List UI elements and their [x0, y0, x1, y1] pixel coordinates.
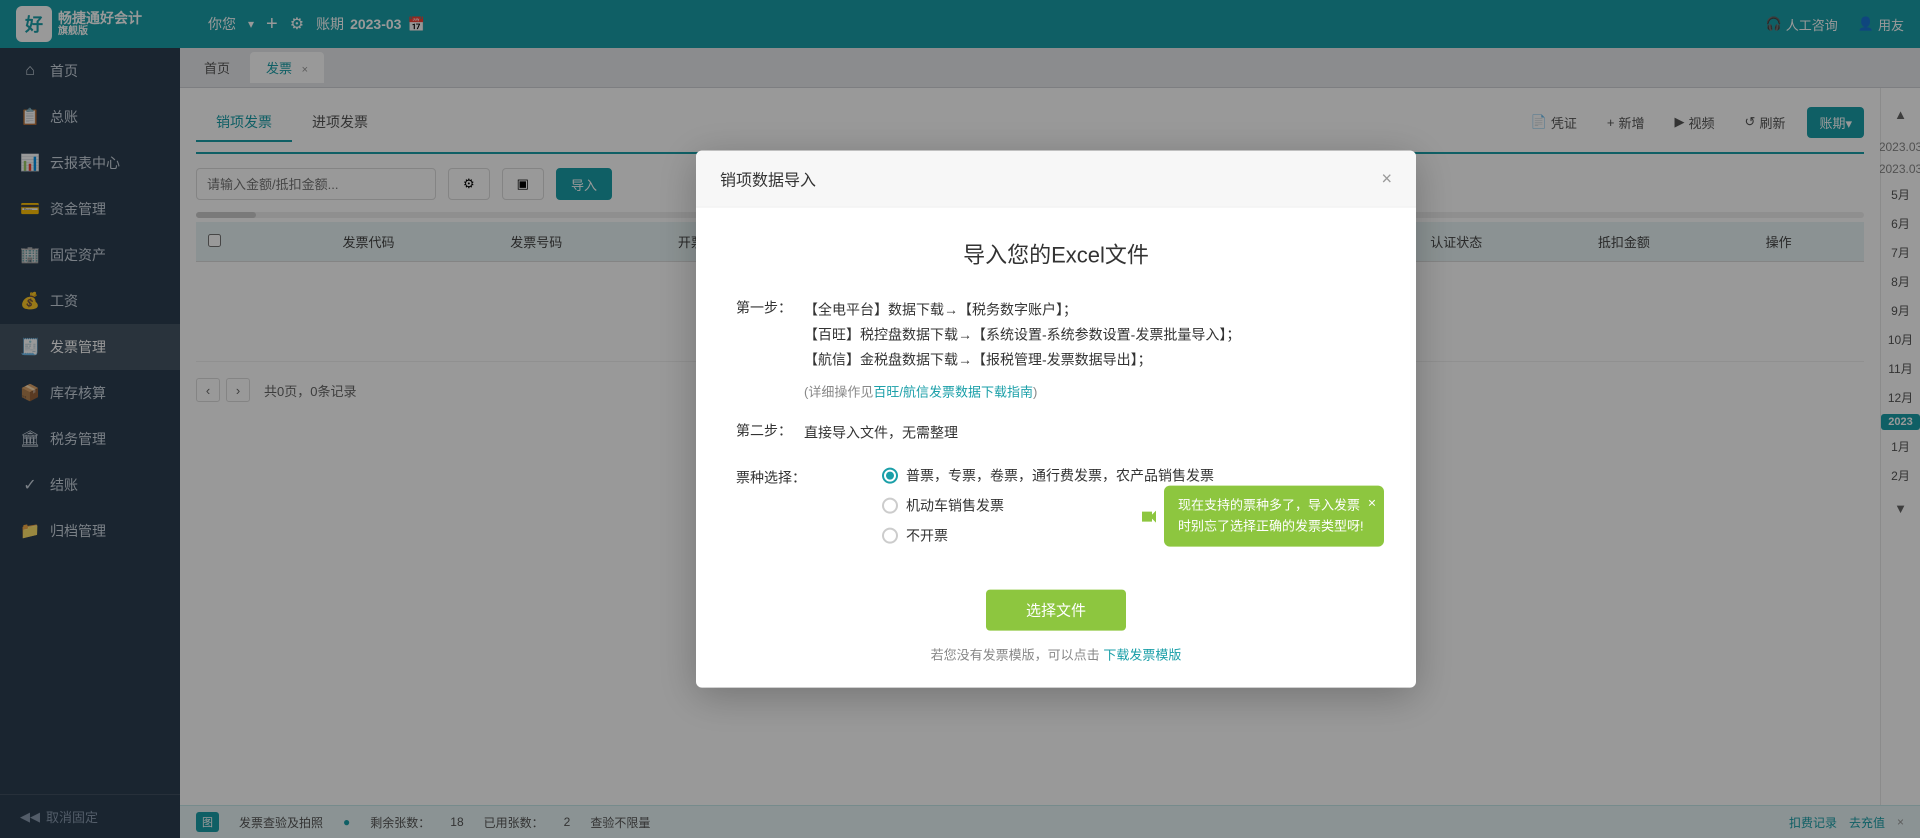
- ticket-section: 票种选择： 普票，专票，卷票，通行费发票，农产品销售发票 机动车销售发票: [736, 465, 1376, 545]
- step1-note: (详细操作见百旺/航信发票数据下载指南): [804, 381, 1376, 400]
- tooltip-container: × 现在支持的票种多了，导入发票时别忘了选择正确的发票类型呀!: [1142, 485, 1384, 547]
- radio-motor[interactable]: 机动车销售发票 × 现在支持的票种多了，导入发票时别忘了选择正确的发票类型呀!: [882, 495, 1214, 515]
- step1-content: 【全电平台】数据下载→【税务数字账户】； 【百旺】税控盘数据下载→【系统设置-系…: [804, 298, 1240, 374]
- step1-row: 第一步： 【全电平台】数据下载→【税务数字账户】； 【百旺】税控盘数据下载→【系…: [736, 298, 1376, 374]
- modal-title: 销项数据导入: [720, 167, 816, 191]
- select-file-button[interactable]: 选择文件: [986, 589, 1126, 630]
- radio-none-indicator: [882, 527, 898, 543]
- step1-line2: 【百旺】税控盘数据下载→【系统设置-系统参数设置-发票批量导入】；: [804, 323, 1240, 348]
- modal-main-title: 导入您的Excel文件: [736, 238, 1376, 270]
- radio-group: 普票，专票，卷票，通行费发票，农产品销售发票 机动车销售发票 × 现在支持的票种…: [882, 465, 1214, 545]
- step1-label: 第一步：: [736, 298, 796, 318]
- step2-row: 第二步： 直接导入文件，无需整理: [736, 420, 1376, 445]
- radio-motor-indicator: [882, 497, 898, 513]
- tooltip-close-icon[interactable]: ×: [1368, 491, 1376, 513]
- import-modal: 销项数据导入 × 导入您的Excel文件 第一步： 【全电平台】数据下载→【税务…: [696, 151, 1416, 688]
- step2-content: 直接导入文件，无需整理: [804, 420, 958, 445]
- radio-normal-indicator: [882, 467, 898, 483]
- step2-label: 第二步：: [736, 420, 796, 440]
- radio-normal-label: 普票，专票，卷票，通行费发票，农产品销售发票: [906, 465, 1214, 485]
- step1-line3: 【航信】金税盘数据下载→【报税管理-发票数据导出】；: [804, 348, 1240, 373]
- download-template-link[interactable]: 下载发票模版: [1103, 647, 1181, 662]
- modal-body: 导入您的Excel文件 第一步： 【全电平台】数据下载→【税务数字账户】； 【百…: [696, 208, 1416, 590]
- step2-section: 第二步： 直接导入文件，无需整理: [736, 420, 1376, 445]
- step1-line1: 【全电平台】数据下载→【税务数字账户】；: [804, 298, 1240, 323]
- radio-normal[interactable]: 普票，专票，卷票，通行费发票，农产品销售发票: [882, 465, 1214, 485]
- download-guide-link[interactable]: 百旺/航信发票数据下载指南: [873, 384, 1033, 399]
- modal-footer: 选择文件 若您没有发票模版，可以点击 下载发票模版: [696, 589, 1416, 687]
- modal-note: 若您没有发票模版，可以点击 下载发票模版: [736, 644, 1376, 663]
- radio-motor-label: 机动车销售发票: [906, 495, 1004, 515]
- ticket-label: 票种选择：: [736, 465, 806, 487]
- radio-none-label: 不开票: [906, 525, 948, 545]
- step1-section: 第一步： 【全电平台】数据下载→【税务数字账户】； 【百旺】税控盘数据下载→【系…: [736, 298, 1376, 401]
- modal-close-button[interactable]: ×: [1381, 168, 1392, 189]
- tooltip-text: 现在支持的票种多了，导入发票时别忘了选择正确的发票类型呀!: [1178, 497, 1364, 533]
- tooltip-bubble: × 现在支持的票种多了，导入发票时别忘了选择正确的发票类型呀!: [1164, 485, 1384, 547]
- modal-header: 销项数据导入 ×: [696, 151, 1416, 208]
